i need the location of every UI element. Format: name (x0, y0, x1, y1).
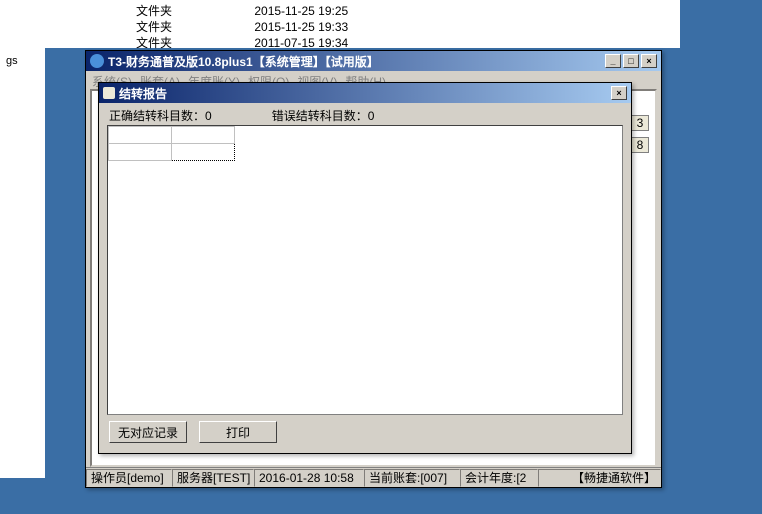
correct-count-label: 正确结转科目数：0 (109, 107, 212, 121)
file-type: 文件夹 (136, 2, 251, 19)
dialog-stats: 正确结转科目数：0 错误结转科目数：0 (99, 103, 631, 125)
file-date: 2011-07-15 19:34 (254, 36, 348, 50)
file-date: 2015-11-25 19:33 (254, 20, 348, 34)
grid-cell[interactable] (172, 127, 235, 144)
side-badge-1[interactable]: 3 (631, 115, 649, 131)
maximize-button[interactable]: □ (623, 54, 639, 68)
dialog-icon (103, 87, 115, 99)
close-button[interactable]: × (641, 54, 657, 68)
grid-cell[interactable] (109, 144, 172, 161)
status-brand: 【畅捷通软件】 (538, 469, 661, 487)
file-row[interactable]: 文件夹 2015-11-25 19:25 (136, 2, 348, 19)
status-operator: 操作员[demo] (86, 469, 172, 487)
report-dialog: 结转报告 × 正确结转科目数：0 错误结转科目数：0 无对应记录 打印 (98, 82, 632, 454)
main-title: T3-财务通普及版10.8plus1【系统管理】【试用版】 (108, 53, 379, 70)
file-date: 2015-11-25 19:25 (254, 4, 348, 18)
side-badge-2[interactable]: 8 (631, 137, 649, 153)
desktop-left-bg (0, 0, 45, 478)
app-icon (90, 54, 104, 68)
dialog-close-button[interactable]: × (611, 86, 627, 100)
grid-cell[interactable] (109, 127, 172, 144)
print-button[interactable]: 打印 (199, 421, 277, 443)
dialog-grid-area (107, 125, 623, 415)
main-titlebar[interactable]: T3-财务通普及版10.8plus1【系统管理】【试用版】 _ □ × (86, 51, 661, 71)
file-row[interactable]: 文件夹 2015-11-25 19:33 (136, 18, 348, 35)
status-server: 服务器[TEST] (172, 469, 254, 487)
file-type: 文件夹 (136, 18, 251, 35)
status-datetime: 2016-01-28 10:58 (254, 469, 364, 487)
error-count-label: 错误结转科目数：0 (272, 107, 375, 121)
data-grid[interactable] (108, 126, 235, 161)
file-row[interactable]: 文件夹 2011-07-15 19:34 (136, 34, 348, 51)
gs-text: gs (6, 55, 18, 67)
dialog-button-bar: 无对应记录 打印 (99, 415, 631, 449)
status-year: 会计年度:[2 (460, 469, 538, 487)
statusbar: 操作员[demo] 服务器[TEST] 2016-01-28 10:58 当前账… (86, 467, 661, 487)
dialog-titlebar[interactable]: 结转报告 × (99, 83, 631, 103)
minimize-button[interactable]: _ (605, 54, 621, 68)
dialog-title: 结转报告 (119, 85, 167, 102)
grid-cell-selected[interactable] (172, 144, 235, 161)
no-records-button[interactable]: 无对应记录 (109, 421, 187, 443)
status-account: 当前账套:[007] (364, 469, 460, 487)
file-type: 文件夹 (136, 34, 251, 51)
